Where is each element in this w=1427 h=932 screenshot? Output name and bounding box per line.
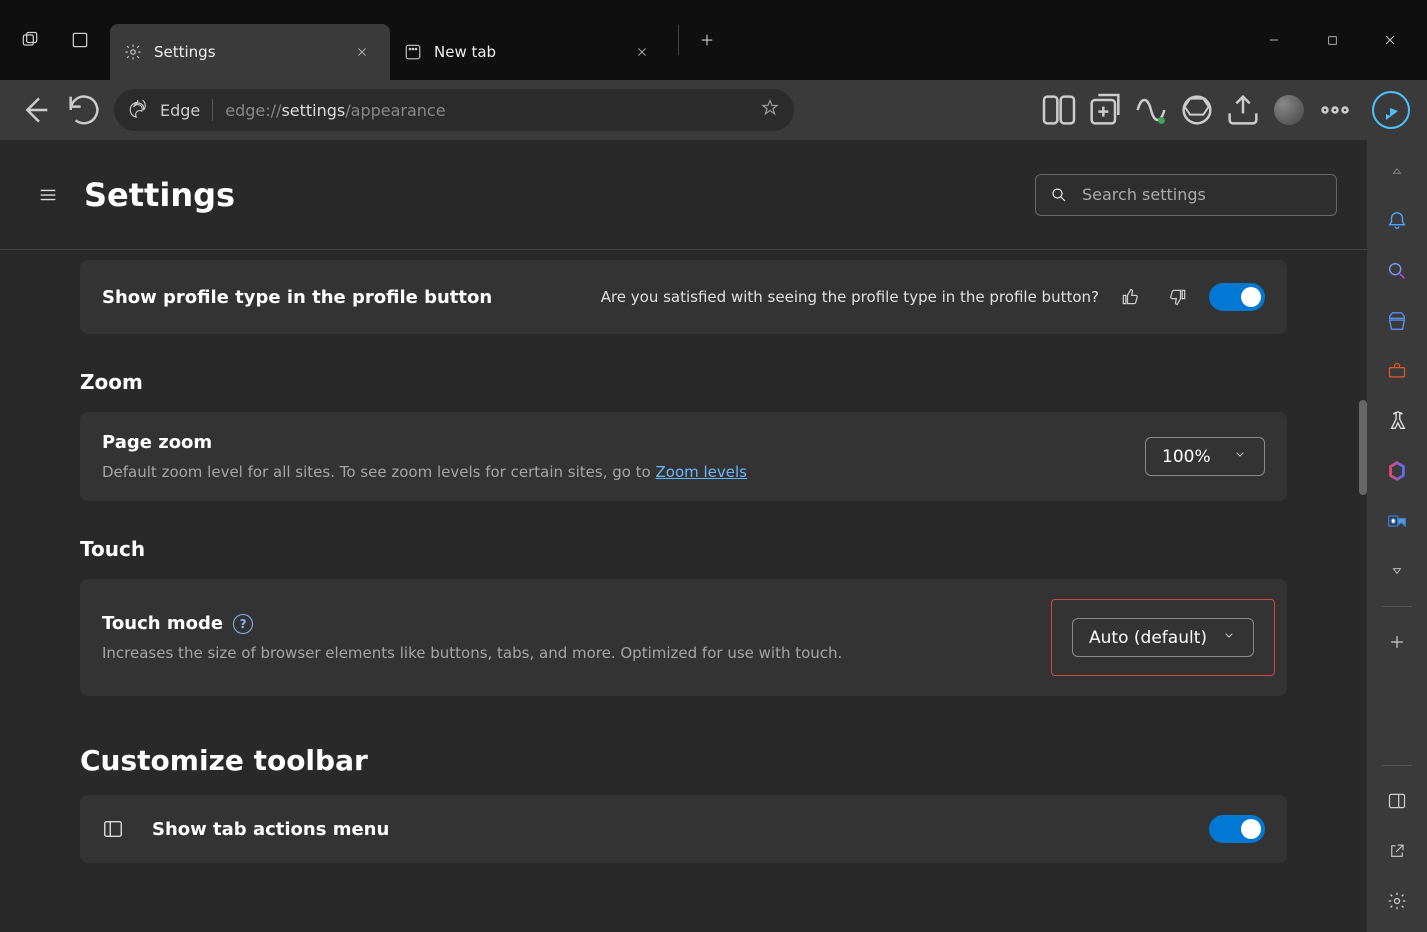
- chevron-down-icon: [1221, 627, 1237, 648]
- tab-close-button[interactable]: [628, 38, 656, 66]
- page-title: Settings: [84, 176, 235, 214]
- gear-icon: [124, 43, 142, 61]
- workspaces-button[interactable]: [8, 18, 52, 62]
- profile-button[interactable]: [1269, 90, 1309, 130]
- touch-heading: Touch: [80, 537, 1287, 561]
- show-tab-actions-setting-row: Show tab actions menu: [80, 795, 1287, 863]
- sidebar-shopping-icon[interactable]: [1376, 300, 1418, 342]
- sidebar-panel-toggle[interactable]: [1376, 780, 1418, 822]
- avatar-icon: [1274, 95, 1304, 125]
- page-zoom-setting-row: Page zoom Default zoom level for all sit…: [80, 412, 1287, 501]
- profile-type-toggle[interactable]: [1209, 283, 1265, 311]
- settings-header: Settings: [0, 140, 1367, 250]
- chevron-down-icon: [1232, 446, 1248, 467]
- tab-overview-button[interactable]: [58, 18, 102, 62]
- page-zoom-select[interactable]: 100%: [1145, 437, 1265, 476]
- sidebar-outlook-icon[interactable]: [1376, 500, 1418, 542]
- new-tab-page-icon: [404, 43, 422, 61]
- touch-mode-select[interactable]: Auto (default): [1072, 618, 1254, 657]
- setting-title: Page zoom: [102, 432, 747, 453]
- tab-label: Settings: [154, 43, 216, 61]
- bing-chat-button[interactable]: [1369, 88, 1413, 132]
- profile-type-setting-row: Show profile type in the profile button …: [80, 260, 1287, 334]
- sidebar-notifications-icon[interactable]: [1376, 200, 1418, 242]
- zoom-heading: Zoom: [80, 370, 1287, 394]
- address-brand-label: Edge: [160, 101, 200, 120]
- scrollbar-thumb[interactable]: [1359, 400, 1367, 495]
- sidebar-tools-icon[interactable]: [1376, 350, 1418, 392]
- back-button[interactable]: [14, 90, 54, 130]
- window-maximize-button[interactable]: [1303, 18, 1361, 62]
- tab-separator: [678, 25, 679, 55]
- url-text: edge://settings/appearance: [225, 101, 445, 120]
- setting-title: Touch mode: [102, 613, 223, 634]
- settings-search-box[interactable]: [1035, 174, 1337, 216]
- edge-sidebar: [1367, 140, 1427, 932]
- address-bar[interactable]: Edge edge://settings/appearance: [114, 89, 794, 131]
- tab-label: New tab: [434, 43, 496, 61]
- settings-page: Settings Show profile type in the profil…: [0, 140, 1367, 932]
- touch-mode-setting-row: Touch mode ? Increases the size of brows…: [80, 579, 1287, 696]
- edge-logo-icon: [128, 100, 148, 120]
- feedback-prompt: Are you satisfied with seeing the profil…: [601, 288, 1099, 306]
- window-minimize-button[interactable]: [1245, 18, 1303, 62]
- setting-title: Show tab actions menu: [152, 819, 389, 840]
- tab-actions-icon: [102, 818, 124, 840]
- window-titlebar: Settings New tab: [0, 0, 1427, 80]
- sidebar-settings-icon[interactable]: [1376, 880, 1418, 922]
- collections-button[interactable]: [1085, 90, 1125, 130]
- sidebar-open-external-icon[interactable]: [1376, 830, 1418, 872]
- refresh-button[interactable]: [64, 90, 104, 130]
- select-value: 100%: [1162, 447, 1211, 467]
- share-button[interactable]: [1223, 90, 1263, 130]
- tab-settings[interactable]: Settings: [110, 24, 390, 80]
- menu-toggle-button[interactable]: [30, 177, 66, 213]
- info-icon[interactable]: ?: [233, 614, 253, 634]
- new-tab-button[interactable]: [687, 20, 727, 60]
- settings-search-input[interactable]: [1082, 185, 1322, 204]
- select-value: Auto (default): [1089, 628, 1207, 648]
- more-menu-button[interactable]: [1315, 90, 1355, 130]
- tab-new-tab[interactable]: New tab: [390, 24, 670, 80]
- browser-toolbar: Edge edge://settings/appearance: [0, 80, 1427, 140]
- sidebar-games-icon[interactable]: [1376, 400, 1418, 442]
- sidebar-expand-icon[interactable]: [1376, 550, 1418, 592]
- sidebar-add-button[interactable]: [1376, 621, 1418, 663]
- thumbs-down-button[interactable]: [1161, 280, 1195, 314]
- customize-toolbar-heading: Customize toolbar: [80, 744, 1287, 777]
- setting-description: Default zoom level for all sites. To see…: [102, 463, 747, 481]
- favorite-star-icon[interactable]: [760, 98, 780, 122]
- sidebar-m365-icon[interactable]: [1376, 450, 1418, 492]
- zoom-levels-link[interactable]: Zoom levels: [656, 463, 748, 481]
- setting-title: Show profile type in the profile button: [102, 287, 492, 308]
- performance-button[interactable]: [1131, 90, 1171, 130]
- window-close-button[interactable]: [1361, 18, 1419, 62]
- thumbs-up-button[interactable]: [1113, 280, 1147, 314]
- address-separator: [212, 99, 213, 121]
- highlighted-region: Auto (default): [1051, 599, 1275, 676]
- tab-actions-toggle[interactable]: [1209, 815, 1265, 843]
- extensions-button[interactable]: [1177, 90, 1217, 130]
- tab-close-button[interactable]: [348, 38, 376, 66]
- sidebar-collapse-icon[interactable]: [1376, 150, 1418, 192]
- split-screen-button[interactable]: [1039, 90, 1079, 130]
- sidebar-search-icon[interactable]: [1376, 250, 1418, 292]
- setting-description: Increases the size of browser elements l…: [102, 644, 842, 662]
- search-icon: [1050, 186, 1068, 204]
